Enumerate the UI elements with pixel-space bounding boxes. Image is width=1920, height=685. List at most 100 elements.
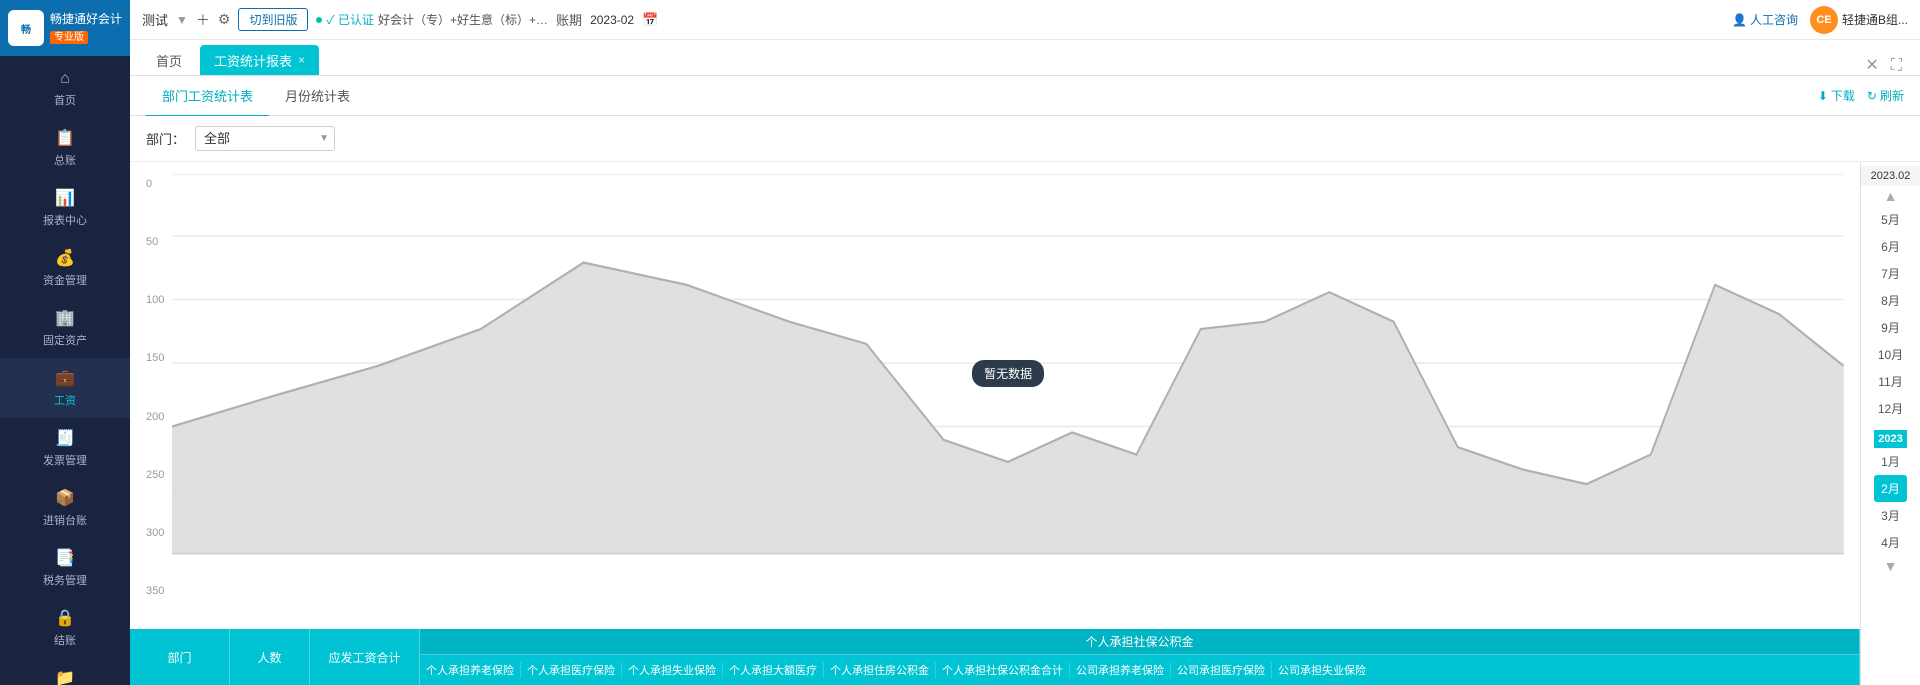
y-label-100: 100 (146, 294, 164, 306)
sidebar-logo[interactable]: 畅 畅捷通好会计 专业版 (0, 0, 130, 56)
col-个人承担医疗保险: 个人承担医疗保险 (521, 662, 622, 678)
user-menu[interactable]: CE 轻捷通B组... (1810, 6, 1908, 34)
chart-container: 350300250200150100500 (130, 162, 1860, 629)
calendar-panel: 2023.02 ▲ 5月6月7月8月9月10月11月12月 2023 1月2月3… (1860, 162, 1920, 685)
help-icon: 👤 (1732, 13, 1747, 27)
cal-month-6月[interactable]: 6月 (1874, 233, 1907, 260)
sidebar-item-fund[interactable]: 💰 资金管理 (0, 238, 130, 298)
cal-month-5月[interactable]: 5月 (1874, 206, 1907, 233)
table-footer: 部门 人数 应发工资合计 个人承担社保公积金 个人承担养老保险个人承担医疗保险个… (130, 629, 1860, 685)
cal-nav-down[interactable]: ▼ (1882, 556, 1900, 576)
filter-label: 部门： (146, 129, 185, 148)
subtab-bar: 部门工资统计表月份统计表 ⬇ 下载 ↻ 刷新 (130, 76, 1920, 116)
col-个人承担住房公积金: 个人承担住房公积金 (824, 662, 936, 678)
sidebar-item-settle[interactable]: 🔒 结账 (0, 598, 130, 658)
cal-month-12月[interactable]: 12月 (1874, 395, 1907, 422)
cal-year-header: 2023 (1874, 430, 1906, 448)
col-个人承担社保公积金合计: 个人承担社保公积金合计 (936, 662, 1070, 678)
download-icon: ⬇ (1818, 89, 1828, 103)
avatar: CE (1810, 6, 1838, 34)
content: 部门工资统计表月份统计表 ⬇ 下载 ↻ 刷新 部门： 全部部门A部门B ▼ (130, 76, 1920, 685)
ledger-label: 总账 (54, 152, 76, 168)
cal-year-label: 2023.02 (1861, 166, 1920, 186)
y-label-0: 0 (146, 178, 164, 190)
sidebar-item-assets[interactable]: 🏢 固定资产 (0, 298, 130, 358)
sales-label: 进销台账 (43, 512, 87, 528)
col-个人承担失业保险: 个人承担失业保险 (622, 662, 723, 678)
subtab-actions: ⬇ 下载 ↻ 刷新 (1818, 87, 1904, 104)
sidebar-item-salary[interactable]: 💼 工资 (0, 358, 130, 418)
sales-icon: 📦 (55, 488, 75, 508)
invoice-label: 发票管理 (43, 452, 87, 468)
sidebar-item-ledger[interactable]: 📋 总账 (0, 118, 130, 178)
switch-old-button[interactable]: 切到旧版 (238, 8, 308, 31)
cal-month-10月[interactable]: 10月 (1874, 341, 1907, 368)
sidebar: 畅 畅捷通好会计 专业版 ⌂ 首页📋 总账📊 报表中心💰 资金管理🏢 固定资产💼… (0, 0, 130, 685)
logo-icon: 畅 (8, 10, 44, 46)
col-people: 人数 (230, 629, 310, 685)
col-个人承担养老保险: 个人承担养老保险 (420, 662, 521, 678)
download-button[interactable]: ⬇ 下载 (1818, 87, 1855, 104)
cal-month-2023-2月[interactable]: 2月 (1874, 475, 1906, 502)
tab-salary-report[interactable]: 工资统计报表 × (200, 45, 319, 75)
col-公司承担失业保险: 公司承担失业保险 (1272, 662, 1372, 678)
filter-bar: 部门： 全部部门A部门B ▼ (130, 116, 1920, 162)
cal-month-7月[interactable]: 7月 (1874, 260, 1907, 287)
col-dept: 部门 (130, 629, 230, 685)
home-label: 首页 (54, 92, 76, 108)
company-name: 测试 (142, 10, 168, 29)
report-label: 报表中心 (43, 212, 87, 228)
help-button[interactable]: 👤 人工咨询 (1732, 11, 1798, 28)
dept-select[interactable]: 全部部门A部门B (195, 126, 335, 151)
col-salary-total: 应发工资合计 (310, 629, 420, 685)
ledger-icon: 📋 (55, 128, 75, 148)
cal-month-2023-1月[interactable]: 1月 (1874, 448, 1906, 475)
cal-months-2022: 5月6月7月8月9月10月11月12月 (1874, 206, 1907, 422)
sidebar-item-invoice[interactable]: 🧾 发票管理 (0, 418, 130, 478)
sidebar-item-tax[interactable]: 📑 税务管理 (0, 538, 130, 598)
cal-month-9月[interactable]: 9月 (1874, 314, 1907, 341)
cal-month-11月[interactable]: 11月 (1874, 368, 1907, 395)
subtab-dept[interactable]: 部门工资统计表 (146, 76, 269, 117)
chart-y-axis: 350300250200150100500 (146, 174, 172, 617)
archive-icon: 📁 (55, 668, 75, 685)
verified-badge: ✓ 已认证 (326, 11, 374, 28)
chart-main: 暂无数据 (172, 174, 1844, 617)
group-label: 个人承担社保公积金 (420, 629, 1859, 655)
close-panel-icon[interactable]: ✕ (1859, 55, 1884, 75)
cal-month-2023-4月[interactable]: 4月 (1874, 529, 1906, 556)
add-icon[interactable]: ＋ (196, 10, 210, 30)
period-label: 账期 (556, 10, 582, 29)
verified-status: ✓ 已认证 好会计（专）+好生意（标）+… (316, 11, 548, 28)
content-inner: 350300250200150100500 (130, 162, 1920, 685)
subtab-monthly[interactable]: 月份统计表 (269, 76, 366, 117)
company-dropdown-icon[interactable]: ▼ (176, 13, 188, 27)
tax-label: 税务管理 (43, 572, 87, 588)
tab-home[interactable]: 首页 (142, 45, 196, 75)
invoice-icon: 🧾 (55, 428, 75, 448)
tab-close-icon[interactable]: × (298, 53, 305, 67)
y-label-50: 50 (146, 236, 164, 248)
sidebar-item-home[interactable]: ⌂ 首页 (0, 60, 130, 118)
main-panel: 350300250200150100500 (130, 162, 1860, 685)
refresh-button[interactable]: ↻ 刷新 (1867, 87, 1904, 104)
calendar-icon[interactable]: 📅 (642, 12, 658, 28)
cal-month-8月[interactable]: 8月 (1874, 287, 1907, 314)
settings-icon[interactable]: ⚙ (218, 11, 231, 28)
sidebar-item-report[interactable]: 📊 报表中心 (0, 178, 130, 238)
dept-select-wrapper: 全部部门A部门B ▼ (195, 126, 335, 151)
y-label-200: 200 (146, 411, 164, 423)
chart-svg (172, 174, 1844, 617)
cal-nav-up[interactable]: ▲ (1882, 186, 1900, 206)
sidebar-item-archive[interactable]: 📁 归档管理 (0, 658, 130, 685)
y-label-150: 150 (146, 352, 164, 364)
assets-label: 固定资产 (43, 332, 87, 348)
user-name: 轻捷通B组... (1842, 11, 1908, 28)
fund-icon: 💰 (55, 248, 75, 268)
settle-icon: 🔒 (55, 608, 75, 628)
y-label-250: 250 (146, 469, 164, 481)
sidebar-item-sales[interactable]: 📦 进销台账 (0, 478, 130, 538)
maximize-icon[interactable]: ⛶ (1885, 57, 1908, 75)
refresh-icon: ↻ (1867, 89, 1877, 103)
cal-month-2023-3月[interactable]: 3月 (1874, 502, 1906, 529)
